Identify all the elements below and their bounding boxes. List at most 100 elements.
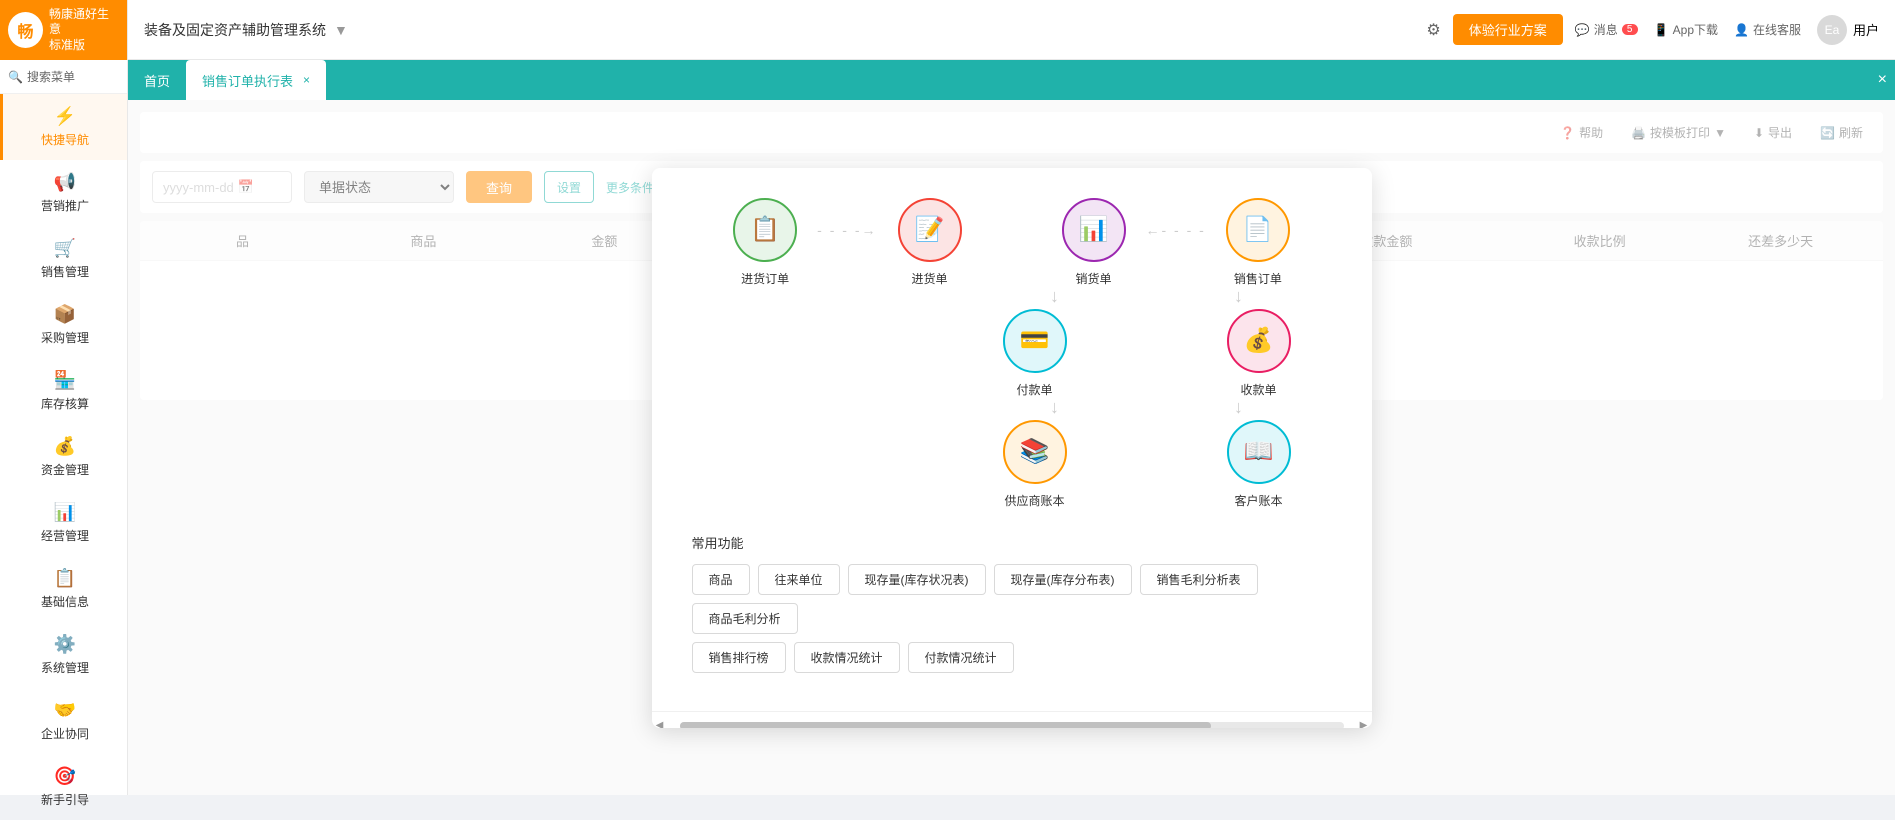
tab-close-icon[interactable]: × bbox=[303, 73, 310, 87]
flow-mid-arrows: ↓ ↓ bbox=[692, 287, 1332, 305]
function-buttons-row1: 商品 往来单位 现存量(库存状况表) 现存量(库存分布表) 销售毛利分析表 商品… bbox=[692, 564, 1332, 634]
sales-order-label: 销售订单 bbox=[1234, 270, 1282, 287]
supplier-account-label: 供应商账本 bbox=[1004, 492, 1064, 509]
sidebar-item-purchase[interactable]: 📦 采购管理 bbox=[0, 292, 127, 358]
main-content: 装备及固定资产辅助管理系统 ▼ ⚙ 体验行业方案 💬 消息 5 📱 App下载 … bbox=[128, 0, 1895, 795]
func-btn-sales-analysis[interactable]: 销售毛利分析表 bbox=[1140, 564, 1258, 595]
flow-top-row: 📋 进货订单 - - - -→ 📝 进货单 bbox=[692, 198, 1332, 287]
sales-bill-node[interactable]: 📊 销货单 bbox=[1062, 198, 1126, 287]
func-btn-stock-dist[interactable]: 现存量(库存分布表) bbox=[994, 564, 1132, 595]
sidebar-item-inventory[interactable]: 🏪 库存核算 bbox=[0, 358, 127, 424]
operation-icon: 📊 bbox=[54, 502, 76, 523]
service-icon: 👤 bbox=[1734, 23, 1749, 37]
third-row-spacer bbox=[1087, 420, 1207, 509]
app-download-button[interactable]: 📱 App下载 bbox=[1654, 21, 1718, 38]
app-icon: 📱 bbox=[1654, 23, 1669, 37]
settings-icon[interactable]: ⚙ bbox=[1426, 20, 1440, 40]
payment-node-wrapper: 💳 付款单 bbox=[983, 309, 1087, 398]
payment-bill-label: 付款单 bbox=[1016, 381, 1052, 398]
receipt-bill-node[interactable]: 💰 收款单 bbox=[1227, 309, 1291, 398]
func-btn-payment-stat[interactable]: 付款情况统计 bbox=[908, 642, 1014, 673]
enterprise-icon: 🤝 bbox=[54, 700, 76, 721]
payment-bill-node[interactable]: 💳 付款单 bbox=[1003, 309, 1067, 398]
sidebar-item-sales[interactable]: 🛒 销售管理 bbox=[0, 226, 127, 292]
tab-bar: 首页 销售订单执行表 × × bbox=[128, 60, 1895, 100]
sidebar-item-guide[interactable]: 🎯 新手引导 bbox=[0, 754, 127, 820]
message-button[interactable]: 💬 消息 5 bbox=[1575, 21, 1638, 38]
func-btn-product-analysis[interactable]: 商品毛利分析 bbox=[692, 603, 798, 634]
arrow-left: ←- - - - bbox=[1146, 222, 1206, 262]
logo-icon: 畅 bbox=[8, 12, 43, 48]
modal-body: 📋 进货订单 - - - -→ 📝 进货单 bbox=[652, 168, 1372, 711]
purchase-order-icon: 📋 bbox=[733, 198, 797, 262]
func-btn-receipt-stat[interactable]: 收款情况统计 bbox=[794, 642, 900, 673]
sidebar-item-marketing[interactable]: 📢 营销推广 bbox=[0, 160, 127, 226]
supplier-account-icon: 📚 bbox=[1003, 420, 1067, 484]
common-functions-title: 常用功能 bbox=[692, 533, 1332, 552]
system-icon: ⚙️ bbox=[54, 634, 76, 655]
arrow-right: - - - -→ bbox=[817, 222, 877, 262]
content-area: ❓ 帮助 🖨️ 按模板打印 ▼ ⬇ 导出 🔄 刷新 bbox=[128, 100, 1895, 795]
online-service-button[interactable]: 👤 在线客服 bbox=[1734, 21, 1801, 38]
func-btn-product[interactable]: 商品 bbox=[692, 564, 750, 595]
supplier-node-wrapper: 📚 供应商账本 bbox=[983, 420, 1087, 509]
basic-icon: 📋 bbox=[54, 568, 76, 589]
purchase-order-node[interactable]: 📋 进货订单 bbox=[733, 198, 797, 287]
user-area[interactable]: Ea 用户 bbox=[1817, 15, 1879, 45]
inventory-icon: 🏪 bbox=[54, 370, 76, 391]
receipt-bill-icon: 💰 bbox=[1227, 309, 1291, 373]
scroll-thumb bbox=[680, 722, 1211, 728]
purchase-order-label: 进货订单 bbox=[741, 270, 789, 287]
second-spacer bbox=[1087, 309, 1207, 398]
purchase-bill-label: 进货单 bbox=[911, 270, 947, 287]
search-icon: 🔍 bbox=[8, 70, 23, 84]
modal-scrollbar[interactable]: ◀ ▶ bbox=[652, 711, 1372, 728]
down-arrow-right2: ↓ bbox=[1207, 398, 1271, 416]
down-arrow-left2: ↓ bbox=[1023, 398, 1087, 416]
tabbar-close-button[interactable]: × bbox=[1878, 71, 1887, 89]
tab-home[interactable]: 首页 bbox=[128, 60, 186, 100]
sidebar-item-quick-nav[interactable]: ⚡ 快捷导航 bbox=[0, 94, 127, 160]
func-btn-sales-rank[interactable]: 销售排行榜 bbox=[692, 642, 786, 673]
sales-order-node[interactable]: 📄 销售订单 bbox=[1226, 198, 1290, 287]
sidebar-search[interactable]: 🔍 搜索菜单 bbox=[0, 60, 127, 94]
sidebar-logo: 畅 畅康通好生意 标准版 bbox=[0, 0, 127, 60]
flow-modal: 📋 进货订单 - - - -→ 📝 进货单 bbox=[652, 168, 1372, 728]
sales-order-icon: 📄 bbox=[1226, 198, 1290, 262]
sales-bill-icon: 📊 bbox=[1062, 198, 1126, 262]
header-right: 💬 消息 5 📱 App下载 👤 在线客服 Ea 用户 bbox=[1575, 15, 1879, 45]
marketing-icon: 📢 bbox=[54, 172, 76, 193]
customer-account-node[interactable]: 📖 客户账本 bbox=[1227, 420, 1291, 509]
purchase-bill-node[interactable]: 📝 进货单 bbox=[898, 198, 962, 287]
sidebar-item-enterprise[interactable]: 🤝 企业协同 bbox=[0, 688, 127, 754]
right-flow-group: 📊 销货单 ←- - - - 📄 销售订单 bbox=[1042, 198, 1310, 287]
scroll-left-arrow[interactable]: ◀ bbox=[652, 718, 668, 728]
sales-bill-label: 销货单 bbox=[1075, 270, 1111, 287]
sales-icon: 🛒 bbox=[54, 238, 76, 259]
purchase-bill-icon: 📝 bbox=[898, 198, 962, 262]
sidebar: 畅 畅康通好生意 标准版 🔍 搜索菜单 ⚡ 快捷导航 📢 营销推广 🛒 销售管理… bbox=[0, 0, 128, 795]
down-arrow-left: ↓ bbox=[1023, 287, 1087, 305]
third-spacer bbox=[1087, 398, 1207, 416]
system-dropdown-icon[interactable]: ▼ bbox=[334, 22, 348, 38]
flow-third-row: 📚 供应商账本 📖 客户账本 bbox=[692, 420, 1332, 509]
function-buttons-row2: 销售排行榜 收款情况统计 付款情况统计 bbox=[692, 642, 1332, 673]
func-btn-stock-status[interactable]: 现存量(库存状况表) bbox=[848, 564, 986, 595]
tab-sales-order[interactable]: 销售订单执行表 × bbox=[186, 60, 326, 100]
guide-icon: 🎯 bbox=[54, 766, 76, 787]
sidebar-item-basic[interactable]: 📋 基础信息 bbox=[0, 556, 127, 622]
payment-bill-icon: 💳 bbox=[1003, 309, 1067, 373]
sidebar-item-finance[interactable]: 💰 资金管理 bbox=[0, 424, 127, 490]
supplier-account-node[interactable]: 📚 供应商账本 bbox=[1003, 420, 1067, 509]
experience-button[interactable]: 体验行业方案 bbox=[1453, 14, 1563, 45]
finance-icon: 💰 bbox=[54, 436, 76, 457]
modal-overlay[interactable]: 📋 进货订单 - - - -→ 📝 进货单 bbox=[128, 100, 1895, 795]
sidebar-item-system[interactable]: ⚙️ 系统管理 bbox=[0, 622, 127, 688]
sidebar-item-operation[interactable]: 📊 经营管理 bbox=[0, 490, 127, 556]
func-btn-partner[interactable]: 往来单位 bbox=[758, 564, 840, 595]
scroll-right-arrow[interactable]: ▶ bbox=[1356, 718, 1372, 728]
flow-second-row: 💳 付款单 💰 收款单 bbox=[692, 309, 1332, 398]
message-icon: 💬 bbox=[1575, 23, 1590, 37]
top-header: 装备及固定资产辅助管理系统 ▼ ⚙ 体验行业方案 💬 消息 5 📱 App下载 … bbox=[128, 0, 1895, 60]
scroll-track bbox=[680, 722, 1344, 728]
